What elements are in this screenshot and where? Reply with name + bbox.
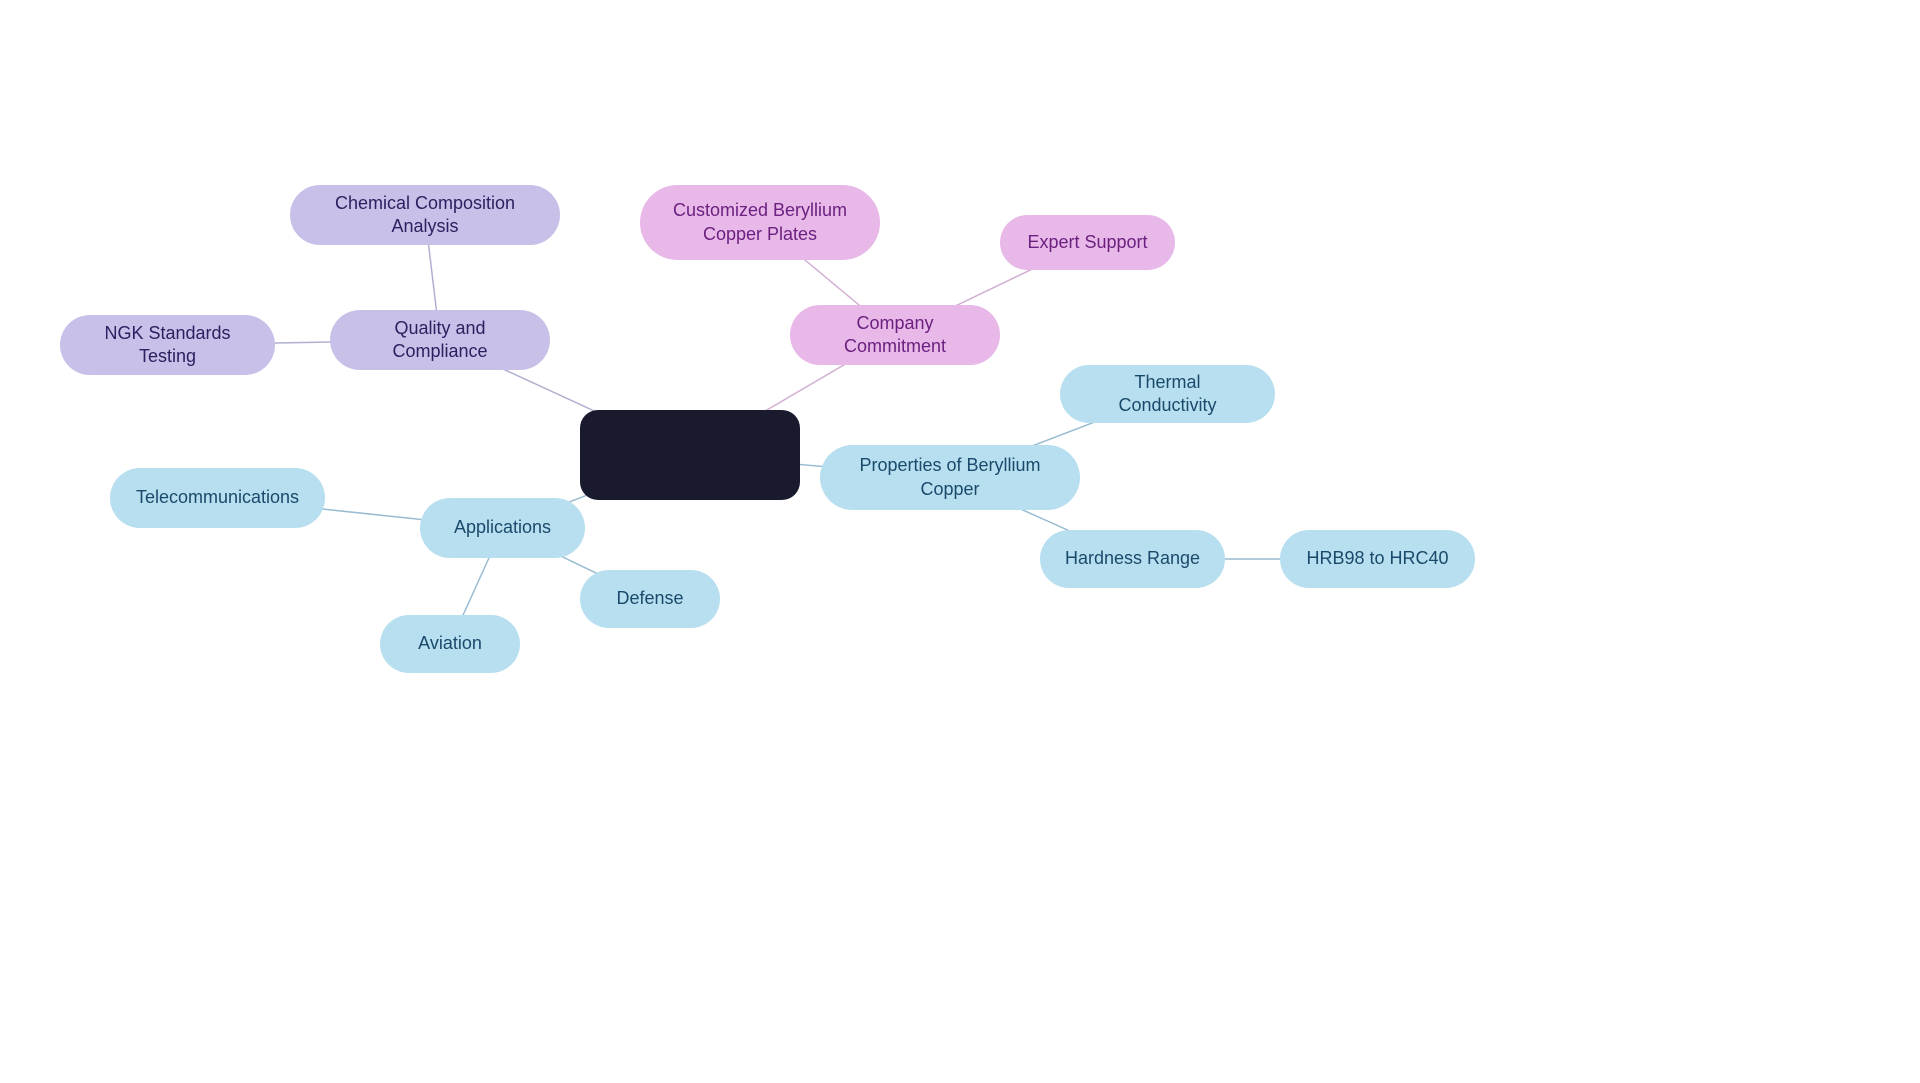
hardness_range-label: Hardness Range (1065, 547, 1200, 570)
defense-node[interactable]: Defense (580, 570, 720, 628)
applications-label: Applications (454, 516, 551, 539)
properties_be_cu-label: Properties of Beryllium Copper (844, 454, 1056, 501)
chemical_composition-label: Chemical Composition Analysis (314, 192, 536, 239)
thermal_conductivity-label: Thermal Conductivity (1084, 371, 1251, 418)
center-node[interactable] (580, 410, 800, 500)
applications-node[interactable]: Applications (420, 498, 585, 558)
hrb98-label: HRB98 to HRC40 (1306, 547, 1448, 570)
telecommunications-label: Telecommunications (136, 486, 299, 509)
customized_plates-node[interactable]: Customized Beryllium Copper Plates (640, 185, 880, 260)
defense-label: Defense (616, 587, 683, 610)
chemical_composition-node[interactable]: Chemical Composition Analysis (290, 185, 560, 245)
customized_plates-label: Customized Beryllium Copper Plates (664, 199, 856, 246)
quality_compliance-node[interactable]: Quality and Compliance (330, 310, 550, 370)
properties_be_cu-node[interactable]: Properties of Beryllium Copper (820, 445, 1080, 510)
expert_support-node[interactable]: Expert Support (1000, 215, 1175, 270)
ngk_standards-label: NGK Standards Testing (84, 322, 251, 369)
telecommunications-node[interactable]: Telecommunications (110, 468, 325, 528)
aviation-node[interactable]: Aviation (380, 615, 520, 673)
aviation-label: Aviation (418, 632, 482, 655)
quality_compliance-label: Quality and Compliance (354, 317, 526, 364)
thermal_conductivity-node[interactable]: Thermal Conductivity (1060, 365, 1275, 423)
company_commitment-node[interactable]: Company Commitment (790, 305, 1000, 365)
expert_support-label: Expert Support (1027, 231, 1147, 254)
ngk_standards-node[interactable]: NGK Standards Testing (60, 315, 275, 375)
company_commitment-label: Company Commitment (814, 312, 976, 359)
hardness_range-node[interactable]: Hardness Range (1040, 530, 1225, 588)
hrb98-node[interactable]: HRB98 to HRC40 (1280, 530, 1475, 588)
